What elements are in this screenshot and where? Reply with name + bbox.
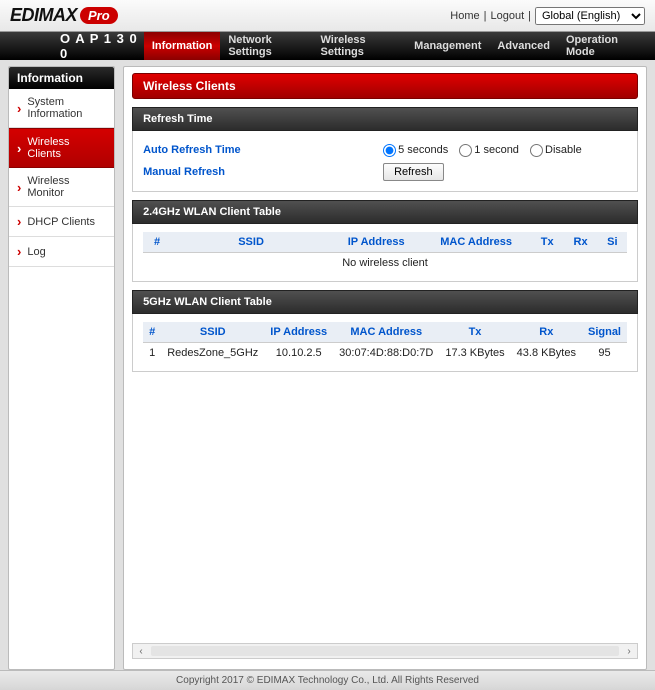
logout-link[interactable]: Logout	[490, 10, 524, 22]
cell-idx: 1	[143, 343, 161, 364]
sidebar-item-wireless-clients[interactable]: Wireless Clients	[9, 128, 114, 168]
table-24ghz: # SSID IP Address MAC Address Tx Rx Si N…	[143, 232, 627, 273]
language-select[interactable]: Global (English)	[535, 7, 645, 25]
model-label: O A P 1 3 0 0	[60, 31, 144, 61]
th5-mac: MAC Address	[333, 322, 439, 343]
th5-ssid: SSID	[161, 322, 264, 343]
main-navbar: O A P 1 3 0 0 InformationNetwork Setting…	[0, 32, 655, 60]
th-rx: Rx	[563, 232, 597, 253]
sidebar-item-log[interactable]: Log	[9, 237, 114, 267]
th5-idx: #	[143, 322, 161, 343]
sidebar-item-system-information[interactable]: System Information	[9, 89, 114, 128]
scroll-track[interactable]	[151, 646, 619, 656]
th5-tx: Tx	[439, 322, 510, 343]
home-link[interactable]: Home	[450, 10, 479, 22]
manual-refresh-label: Manual Refresh	[143, 166, 383, 178]
footer: Copyright 2017 © EDIMAX Technology Co., …	[0, 670, 655, 690]
cell-sig: 95	[582, 343, 627, 364]
logo-text: EDIMAX	[10, 5, 77, 26]
scroll-left-icon[interactable]: ‹	[133, 646, 149, 657]
nav-item-information[interactable]: Information	[144, 32, 221, 60]
refresh-5s-radio[interactable]	[383, 144, 396, 157]
refresh-disable-option[interactable]: Disable	[530, 144, 582, 156]
cell-tx: 17.3 KBytes	[439, 343, 510, 364]
table-5ghz: # SSID IP Address MAC Address Tx Rx Sign…	[143, 322, 627, 363]
table5-title: 5GHz WLAN Client Table	[132, 290, 638, 314]
content-pane: Wireless Clients Refresh Time Auto Refre…	[123, 66, 647, 670]
horizontal-scrollbar[interactable]: ‹ ›	[132, 643, 638, 659]
th-sig: Si	[598, 232, 627, 253]
refresh-button[interactable]: Refresh	[383, 163, 444, 181]
th-ssid: SSID	[171, 232, 331, 253]
refresh-1s-option[interactable]: 1 second	[459, 144, 519, 156]
header-bar: EDIMAX Pro Home | Logout | Global (Engli…	[0, 0, 655, 32]
sidebar: Information System InformationWireless C…	[8, 66, 115, 670]
refresh-5s-option[interactable]: 5 seconds	[383, 144, 448, 156]
th-mac: MAC Address	[421, 232, 531, 253]
cell-ip: 10.10.2.5	[264, 343, 333, 364]
sidebar-title: Information	[9, 67, 114, 89]
th5-rx: Rx	[511, 322, 582, 343]
nav-item-management[interactable]: Management	[406, 32, 489, 60]
table24-title: 2.4GHz WLAN Client Table	[132, 200, 638, 224]
nav-item-network-settings[interactable]: Network Settings	[220, 32, 312, 60]
no-client-msg: No wireless client	[143, 253, 627, 274]
page-title: Wireless Clients	[132, 73, 638, 99]
auto-refresh-label: Auto Refresh Time	[143, 144, 383, 156]
sidebar-item-dhcp-clients[interactable]: DHCP Clients	[9, 207, 114, 237]
refresh-section-title: Refresh Time	[132, 107, 638, 131]
logo: EDIMAX Pro	[10, 5, 118, 26]
table-row: 1RedesZone_5GHz10.10.2.530:07:4D:88:D0:7…	[143, 343, 627, 364]
sidebar-item-wireless-monitor[interactable]: Wireless Monitor	[9, 168, 114, 207]
nav-item-wireless-settings[interactable]: Wireless Settings	[313, 32, 407, 60]
th-tx: Tx	[531, 232, 564, 253]
cell-ssid: RedesZone_5GHz	[161, 343, 264, 364]
cell-rx: 43.8 KBytes	[511, 343, 582, 364]
nav-item-operation-mode[interactable]: Operation Mode	[558, 32, 645, 60]
logo-pro-badge: Pro	[80, 7, 118, 24]
th-ip: IP Address	[331, 232, 421, 253]
refresh-1s-radio[interactable]	[459, 144, 472, 157]
th-idx: #	[143, 232, 171, 253]
scroll-right-icon[interactable]: ›	[621, 646, 637, 657]
refresh-disable-radio[interactable]	[530, 144, 543, 157]
nav-item-advanced[interactable]: Advanced	[489, 32, 558, 60]
cell-mac: 30:07:4D:88:D0:7D	[333, 343, 439, 364]
th5-ip: IP Address	[264, 322, 333, 343]
th5-sig: Signal	[582, 322, 627, 343]
